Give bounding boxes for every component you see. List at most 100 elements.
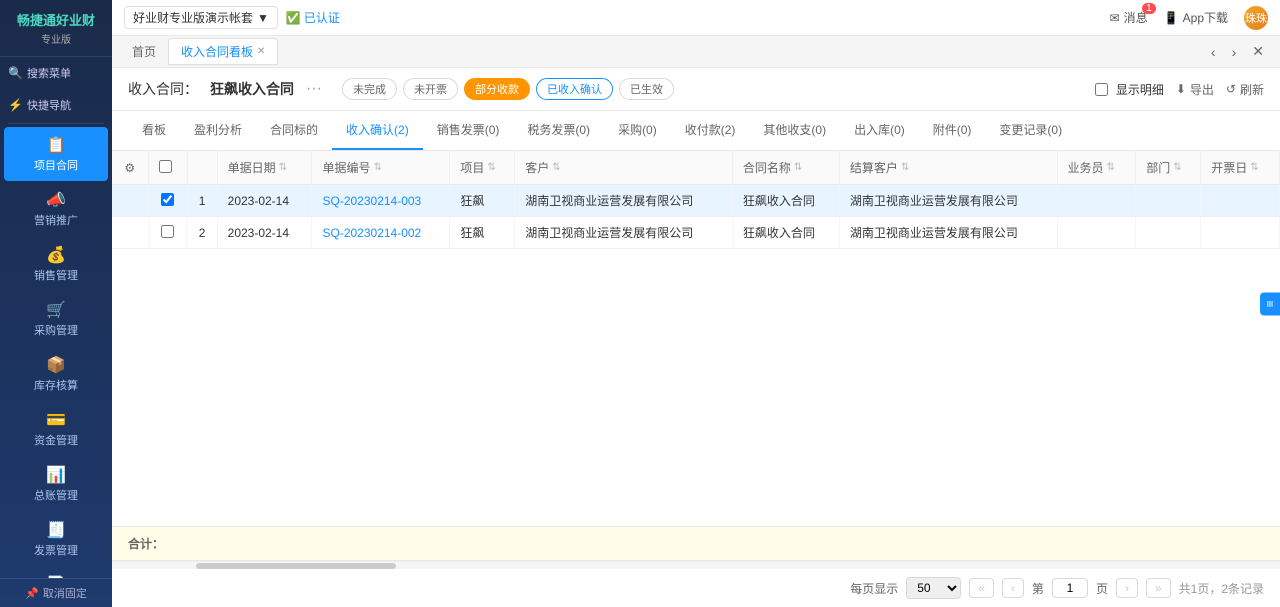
tab-tax-invoice[interactable]: 税务发票(0) (513, 111, 604, 150)
tab-profit[interactable]: 盈利分析 (180, 111, 256, 150)
export-label: 导出 (1190, 81, 1214, 98)
sidebar-quick-nav[interactable]: ⚡ 快捷导航 (0, 89, 112, 121)
export-button[interactable]: ⬇ 导出 (1176, 81, 1214, 98)
status-btn-uninvoiced[interactable]: 未开票 (403, 78, 458, 100)
sidebar-item-capital[interactable]: 💳 资金管理 (4, 402, 108, 456)
sidebar-item-tax[interactable]: 📑 税务管理 (4, 567, 108, 578)
verified-text: 已认证 (304, 9, 340, 26)
first-page-button[interactable]: « (969, 578, 994, 598)
message-button[interactable]: ✉ 1 消息 (1110, 9, 1148, 26)
tab-kanban[interactable]: 看板 (128, 111, 180, 150)
home-tab-label: 首页 (132, 45, 156, 59)
col-project[interactable]: 项目 ⇅ (450, 151, 515, 185)
col-date[interactable]: 单据日期 ⇅ (217, 151, 312, 185)
logo-sub: 专业版 (41, 31, 71, 46)
status-btn-partial[interactable]: 部分收款 (464, 78, 530, 100)
close-tab-button[interactable]: ✕ (257, 46, 265, 57)
general-icon: 📊 (46, 465, 66, 485)
status-btn-confirmed[interactable]: 已收入确认 (536, 78, 613, 100)
tab-prev-button[interactable]: ‹ (1207, 42, 1220, 62)
table-row[interactable]: 2 2023-02-14 SQ-20230214-002 狂飙 湖南卫视商业运营… (112, 217, 1280, 249)
row-date-cell: 2023-02-14 (217, 185, 312, 217)
home-tab[interactable]: 首页 (124, 39, 164, 64)
col-number[interactable]: 单据编号 ⇅ (312, 151, 450, 185)
tab-payment[interactable]: 收付款(2) (671, 111, 750, 150)
page-number-input[interactable] (1052, 578, 1088, 598)
row-number-cell[interactable]: SQ-20230214-003 (312, 185, 450, 217)
tab-close-button[interactable]: ✕ (1248, 41, 1268, 62)
page-label: 第 (1032, 580, 1044, 597)
prev-page-button[interactable]: ‹ (1002, 578, 1024, 598)
sidebar-item-capital-label: 资金管理 (34, 432, 78, 448)
next-page-button[interactable]: › (1116, 578, 1138, 598)
sidebar-item-marketing[interactable]: 📣 营销推广 (4, 182, 108, 236)
row-number-link[interactable]: SQ-20230214-003 (322, 194, 421, 208)
tab-revenue-confirm[interactable]: 收入确认(2) (332, 111, 423, 150)
row-salesperson-cell (1057, 217, 1136, 249)
sidebar-item-purchase[interactable]: 🛒 采购管理 (4, 292, 108, 346)
col-bill-date[interactable]: 开票日 ⇅ (1201, 151, 1280, 185)
search-icon: 🔍 (8, 66, 23, 80)
display-detail-checkbox[interactable]: 显示明细 (1095, 81, 1164, 98)
col-contract[interactable]: 合同名称 ⇅ (732, 151, 839, 185)
right-quick-panel[interactable]: ≡ (1260, 292, 1280, 315)
sidebar-item-invoice[interactable]: 🧾 发票管理 (4, 512, 108, 566)
row-checkbox-cell[interactable] (148, 185, 187, 217)
table-row[interactable]: 1 2023-02-14 SQ-20230214-003 狂飙 湖南卫视商业运营… (112, 185, 1280, 217)
tab-subject[interactable]: 合同标的 (256, 111, 332, 150)
col-salesperson-label: 业务员 (1068, 159, 1104, 176)
app-download-button[interactable]: 📱 App下载 (1164, 9, 1228, 26)
more-button[interactable]: ··· (306, 80, 322, 98)
user-avatar[interactable]: 珠珠 (1244, 6, 1268, 30)
sidebar-item-sales[interactable]: 💰 销售管理 (4, 237, 108, 291)
col-department[interactable]: 部门 ⇅ (1136, 151, 1201, 185)
col-seq (187, 151, 217, 185)
row-number-link[interactable]: SQ-20230214-002 (322, 226, 421, 240)
row-department-cell (1136, 217, 1201, 249)
company-selector[interactable]: 好业财专业版演示帐套 ▼ (124, 6, 278, 29)
refresh-button[interactable]: ↺ 刷新 (1226, 81, 1264, 98)
contract-title: 狂飙收入合同 (210, 79, 294, 99)
tab-changes[interactable]: 变更记录(0) (985, 111, 1076, 150)
page-size-select[interactable]: 20 50 100 (906, 577, 961, 599)
active-tab-contract[interactable]: 收入合同看板 ✕ (168, 38, 278, 65)
col-date-label: 单据日期 (228, 159, 276, 176)
tab-attachments[interactable]: 附件(0) (919, 111, 986, 150)
col-checkbox[interactable] (148, 151, 187, 185)
last-page-button[interactable]: » (1146, 578, 1171, 598)
tab-sales-invoice[interactable]: 销售发票(0) (423, 111, 514, 150)
department-sort-icon: ⇅ (1173, 162, 1181, 173)
number-sort-icon: ⇅ (374, 162, 382, 173)
sidebar-item-inventory[interactable]: 📦 库存核算 (4, 347, 108, 401)
select-all-checkbox[interactable] (159, 160, 172, 173)
total-label: 合计： (128, 535, 164, 552)
status-btn-incomplete[interactable]: 未完成 (342, 78, 397, 100)
detail-checkbox-input[interactable] (1095, 83, 1108, 96)
sidebar-item-sales-label: 销售管理 (34, 267, 78, 283)
sidebar-item-general[interactable]: 📊 总账管理 (4, 457, 108, 511)
tab-other[interactable]: 其他收支(0) (749, 111, 840, 150)
tab-warehouse[interactable]: 出入库(0) (840, 111, 919, 150)
tab-next-button[interactable]: › (1228, 42, 1241, 62)
col-customer[interactable]: 客户 ⇅ (515, 151, 733, 185)
row-department-cell (1136, 185, 1201, 217)
row-checkbox[interactable] (161, 225, 174, 238)
sidebar-search-menu[interactable]: 🔍 搜索菜单 (0, 57, 112, 89)
sidebar-item-project-label: 项目合同 (34, 157, 78, 173)
scroll-thumb[interactable] (196, 563, 396, 569)
quick-nav-label: 快捷导航 (27, 97, 71, 113)
sidebar-item-project[interactable]: 📋 项目合同 (4, 127, 108, 181)
tab-purchase[interactable]: 采购(0) (604, 111, 671, 150)
row-checkbox-cell[interactable] (148, 217, 187, 249)
row-checkbox[interactable] (161, 193, 174, 206)
col-result-customer[interactable]: 结算客户 ⇅ (839, 151, 1057, 185)
sidebar-item-general-label: 总账管理 (34, 487, 78, 503)
settings-icon[interactable]: ⚙ (124, 161, 135, 175)
col-salesperson[interactable]: 业务员 ⇅ (1057, 151, 1136, 185)
topbar-right: ✉ 1 消息 📱 App下载 珠珠 (1110, 6, 1268, 30)
status-btn-effective[interactable]: 已生效 (619, 78, 674, 100)
row-bill-date-cell (1201, 217, 1280, 249)
sidebar-pin-toggle[interactable]: 📌 取消固定 (0, 578, 112, 607)
row-number-cell[interactable]: SQ-20230214-002 (312, 217, 450, 249)
col-settings[interactable]: ⚙ (112, 151, 148, 185)
